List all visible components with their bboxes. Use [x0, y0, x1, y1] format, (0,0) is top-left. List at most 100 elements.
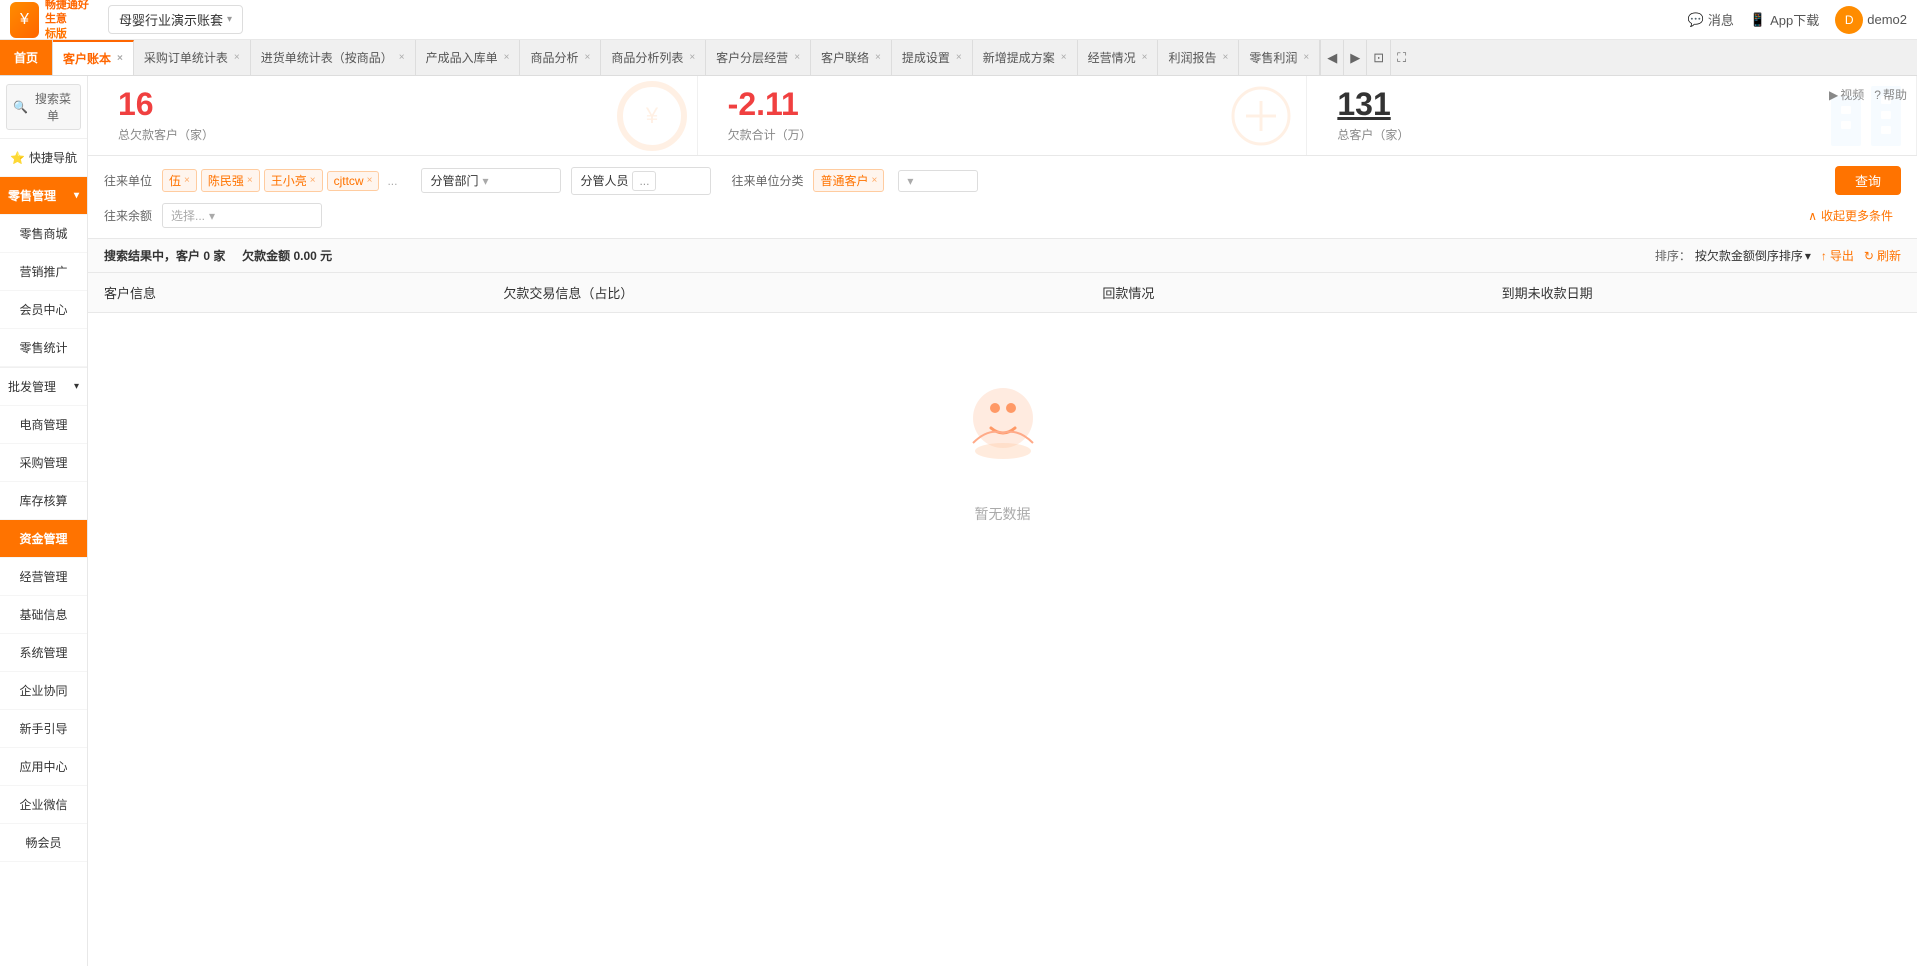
phone-icon: 📱 [1750, 12, 1766, 28]
tab-new-raise-plan[interactable]: 新增提成方案 × [973, 40, 1078, 76]
sidebar-item-system[interactable]: 系统管理 [0, 634, 87, 672]
system-label: 系统管理 [19, 644, 67, 661]
tab-customer-segment[interactable]: 客户分层经营 × [706, 40, 811, 76]
col-customer-info-label: 客户信息 [104, 286, 156, 301]
unit-type-tag-normal-close[interactable]: × [871, 175, 877, 186]
operations-label: 经营管理 [19, 568, 67, 585]
sidebar-item-newbie[interactable]: 新手引导 [0, 710, 87, 748]
sidebar-item-batch-mgmt[interactable]: 批发管理 ▾ [0, 368, 87, 406]
balance-selector[interactable]: 选择... ▾ [162, 203, 322, 228]
sort-selector[interactable]: 按欠款金额倒序排序 ▾ [1695, 247, 1811, 264]
tab-goods-analysis[interactable]: 商品分析 × [520, 40, 601, 76]
col-debt-info-label: 欠款交易信息（占比） [503, 286, 633, 301]
tab-raise-settings-close[interactable]: × [956, 52, 962, 63]
sidebar-item-enterprise-wechat[interactable]: 企业微信 [0, 786, 87, 824]
tab-customer-account[interactable]: 客户账本 × [53, 40, 134, 76]
tab-customer-segment-label: 客户分层经营 [716, 49, 788, 66]
query-button[interactable]: 查询 [1835, 166, 1901, 195]
sidebar-item-basic-info[interactable]: 基础信息 [0, 596, 87, 634]
unit-tags-more[interactable]: ... [383, 172, 401, 190]
tab-goods-analysis-list[interactable]: 商品分析列表 × [601, 40, 706, 76]
sort-value-label: 按欠款金额倒序排序 [1695, 247, 1803, 264]
retail-mall-label: 零售商城 [19, 225, 67, 242]
tab-goods-analysis-list-close[interactable]: × [689, 52, 695, 63]
unit-tag-wang-close[interactable]: × [310, 175, 316, 186]
tab-operations[interactable]: 经营情况 × [1078, 40, 1159, 76]
tab-retail-profit-close[interactable]: × [1303, 52, 1309, 63]
tab-operations-close[interactable]: × [1142, 52, 1148, 63]
sidebar-item-retail-mall[interactable]: 零售商城 [0, 215, 87, 253]
sidebar-item-retail-stats[interactable]: 零售统计 [0, 329, 87, 367]
app-download-label: App下载 [1770, 10, 1819, 29]
sort-label: 排序： [1655, 247, 1691, 264]
tab-retail-profit[interactable]: 零售利润 × [1239, 40, 1320, 76]
sidebar-item-operations[interactable]: 经营管理 [0, 558, 87, 596]
unit-tag-wu-close[interactable]: × [184, 175, 190, 186]
tab-purchase-order-close[interactable]: × [234, 52, 240, 63]
sidebar-item-app-center[interactable]: 应用中心 [0, 748, 87, 786]
tab-new-raise-plan-close[interactable]: × [1061, 52, 1067, 63]
help-button[interactable]: ? 帮助 [1874, 86, 1907, 103]
tab-customer-contact-close[interactable]: × [875, 52, 881, 63]
sidebar-item-member[interactable]: 会员中心 [0, 291, 87, 329]
tab-goods-analysis-close[interactable]: × [584, 52, 590, 63]
tab-goods-stats-label: 进货单统计表（按商品） [261, 49, 393, 66]
play-icon: ▶ [1829, 88, 1838, 102]
tab-purchase-order[interactable]: 采购订单统计表 × [134, 40, 251, 76]
tab-profit-report[interactable]: 利润报告 × [1158, 40, 1239, 76]
table-col-debt-info: 欠款交易信息（占比） [503, 283, 1102, 302]
tab-production-in-close[interactable]: × [504, 52, 510, 63]
result-debt-unit: 元 [320, 249, 332, 263]
export-button[interactable]: ↑ 导出 [1821, 247, 1854, 264]
workspace-selector[interactable]: 母婴行业演示账套 ▾ [108, 5, 243, 34]
tab-fullscreen-button[interactable]: ⛶ [1390, 40, 1412, 76]
stats-label-debt: 欠款合计（万） [728, 126, 812, 143]
tab-raise-settings[interactable]: 提成设置 × [892, 40, 973, 76]
sidebar-item-enterprise[interactable]: 企业协同 [0, 672, 87, 710]
sidebar-item-inventory[interactable]: 库存核算 [0, 482, 87, 520]
stats-label-customers: 总欠款客户（家） [118, 126, 214, 143]
tab-prev-button[interactable]: ◀ [1320, 40, 1343, 76]
tab-goods-stats-close[interactable]: × [399, 52, 405, 63]
person-selector[interactable]: 分管人员 ... [571, 167, 711, 195]
person-more-dots[interactable]: ... [632, 171, 656, 191]
balance-chevron: ▾ [209, 209, 215, 223]
tab-profit-report-close[interactable]: × [1222, 52, 1228, 63]
sidebar-item-vip[interactable]: 畅会员 [0, 824, 87, 862]
tab-customer-segment-close[interactable]: × [794, 52, 800, 63]
refresh-label: 刷新 [1877, 247, 1901, 264]
export-icon: ↑ [1821, 249, 1827, 263]
tab-operations-label: 经营情况 [1088, 49, 1136, 66]
sidebar-item-purchase[interactable]: 采购管理 [0, 444, 87, 482]
tab-expand-button[interactable]: ⊡ [1366, 40, 1390, 76]
sidebar-item-marketing[interactable]: 营销推广 [0, 253, 87, 291]
tab-next-button[interactable]: ▶ [1343, 40, 1366, 76]
sidebar-item-finance[interactable]: 资金管理 [0, 520, 87, 558]
refresh-button[interactable]: ↻ 刷新 [1864, 247, 1901, 264]
message-button[interactable]: 💬 消息 [1688, 10, 1734, 29]
enterprise-wechat-label: 企业微信 [19, 796, 67, 813]
unit-tag-cjttcw-close[interactable]: × [367, 175, 373, 186]
unit-type-selector[interactable]: ▾ [898, 170, 978, 192]
app-download-button[interactable]: 📱 App下载 [1750, 10, 1819, 29]
main-layout: 🔍 搜索菜单 ⭐ 快捷导航 零售管理 ▾ 零售商城 营销推广 会员中心 零售统计… [0, 76, 1917, 966]
tab-goods-analysis-list-label: 商品分析列表 [611, 49, 683, 66]
unit-tag-chen-close[interactable]: × [247, 175, 253, 186]
tab-customer-account-close[interactable]: × [117, 53, 123, 64]
tab-goods-stats[interactable]: 进货单统计表（按商品） × [251, 40, 416, 76]
tab-customer-contact[interactable]: 客户联络 × [811, 40, 892, 76]
stats-text-3: 131 总客户（家） [1337, 88, 1409, 143]
sidebar-item-retail-mgmt[interactable]: 零售管理 ▾ [0, 177, 87, 215]
user-profile[interactable]: D demo2 [1835, 6, 1907, 34]
search-menu-button[interactable]: 🔍 搜索菜单 [6, 84, 81, 130]
sidebar-item-quick-nav[interactable]: ⭐ 快捷导航 [0, 139, 87, 177]
unit-tag-chen: 陈民强 × [201, 169, 260, 192]
search-menu-label: 搜索菜单 [32, 90, 74, 124]
collapse-button[interactable]: ∧ 收起更多条件 [1800, 205, 1901, 226]
video-button[interactable]: ▶ 视频 [1829, 86, 1864, 103]
tab-production-in[interactable]: 产成品入库单 × [416, 40, 521, 76]
stats-bar: ¥ 16 总欠款客户（家） -2.11 欠款合计（万） [88, 76, 1917, 156]
tab-home[interactable]: 首页 [0, 40, 53, 76]
sidebar-item-ecommerce[interactable]: 电商管理 [0, 406, 87, 444]
dept-selector[interactable]: 分管部门 ▾ [421, 168, 561, 193]
